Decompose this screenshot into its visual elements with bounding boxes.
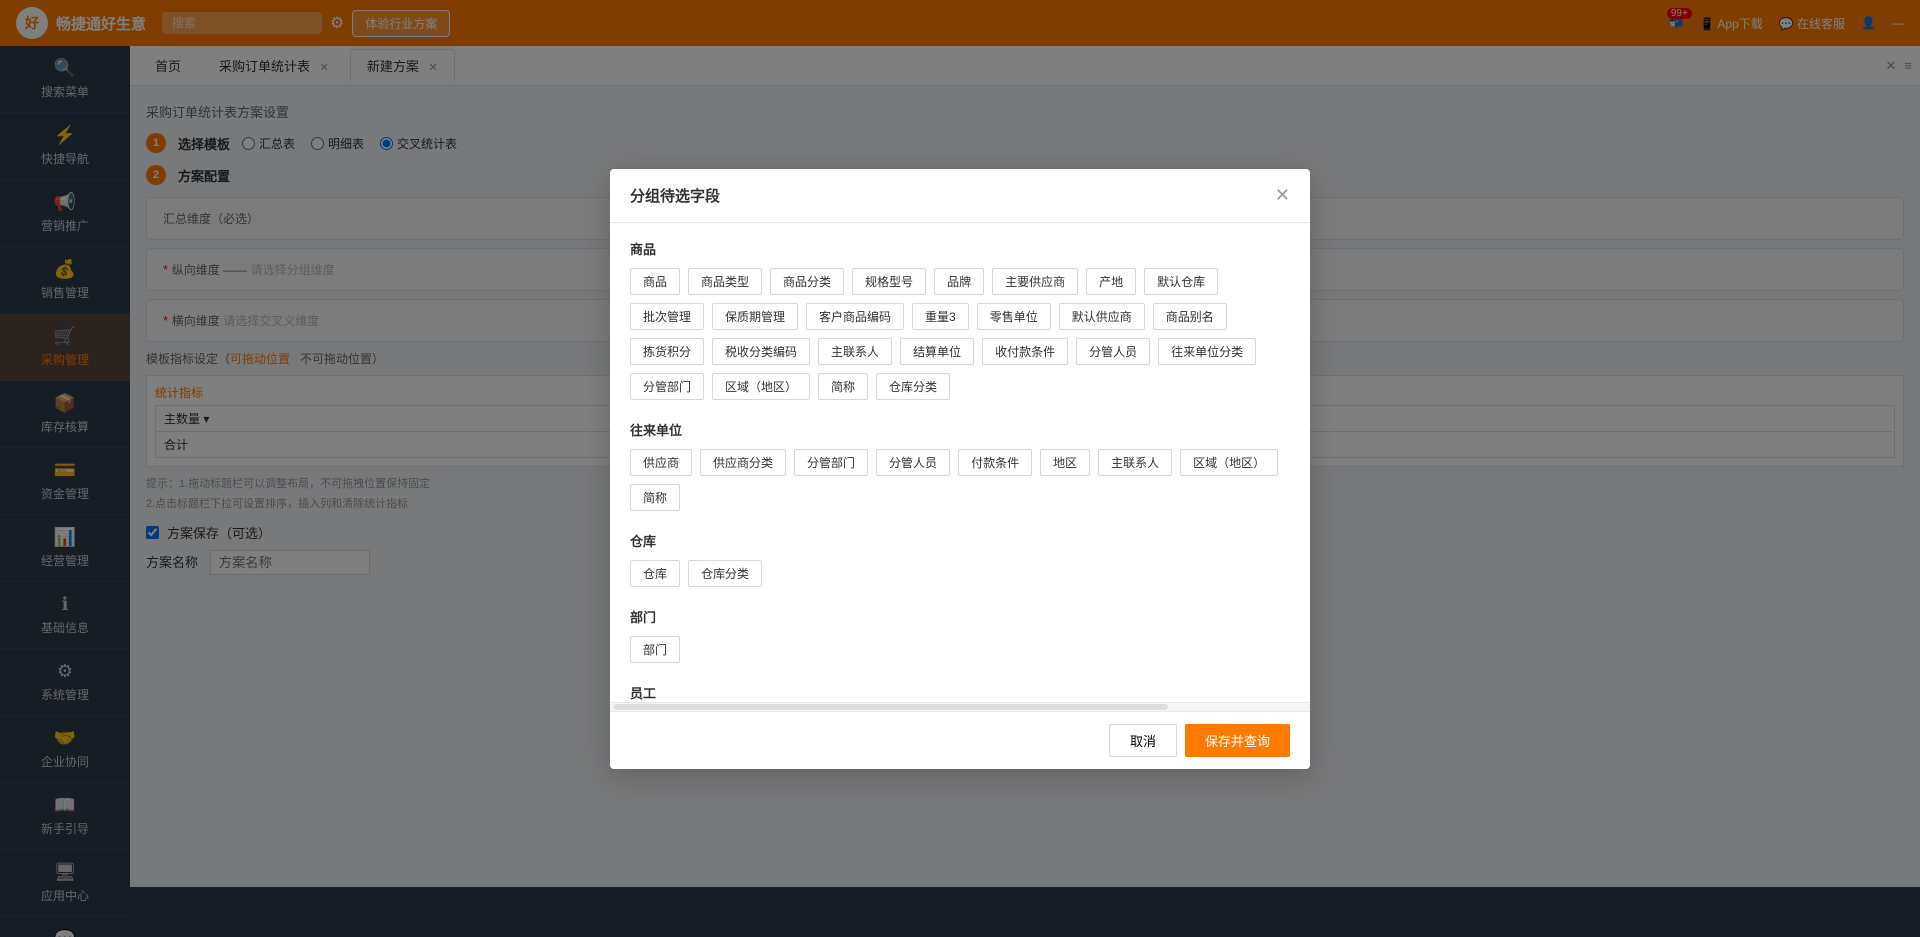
field-tags-partner: 供应商 供应商分类 分管部门 分管人员 付款条件 地区 主联系人 区域（地区） … (630, 449, 1290, 511)
tag-partner-6[interactable]: 主联系人 (1098, 449, 1172, 476)
tag-goods-17[interactable]: 主联系人 (818, 338, 892, 365)
tag-goods-25[interactable]: 仓库分类 (876, 373, 950, 400)
tag-goods-2[interactable]: 商品分类 (770, 268, 844, 295)
tag-warehouse-1[interactable]: 仓库分类 (688, 560, 762, 587)
tag-goods-23[interactable]: 区域（地区） (712, 373, 810, 400)
horizontal-scroll-thumb[interactable] (614, 704, 1168, 710)
modal-dialog: 分组待选字段 ✕ 商品 商品 商品类型 商品分类 规格型号 品牌 主要供应商 产… (610, 169, 1310, 769)
tag-goods-22[interactable]: 分管部门 (630, 373, 704, 400)
tag-goods-15[interactable]: 拣货积分 (630, 338, 704, 365)
modal-header: 分组待选字段 ✕ (610, 169, 1310, 223)
tag-goods-20[interactable]: 分管人员 (1076, 338, 1150, 365)
tag-goods-7[interactable]: 默认仓库 (1144, 268, 1218, 295)
modal-close-button[interactable]: ✕ (1275, 185, 1290, 206)
tag-goods-12[interactable]: 零售单位 (977, 303, 1051, 330)
modal-cancel-button[interactable]: 取消 (1109, 724, 1177, 757)
tag-partner-3[interactable]: 分管人员 (876, 449, 950, 476)
tag-partner-1[interactable]: 供应商分类 (700, 449, 786, 476)
tag-goods-4[interactable]: 品牌 (934, 268, 984, 295)
field-tags-warehouse: 仓库 仓库分类 (630, 560, 1290, 587)
tag-goods-5[interactable]: 主要供应商 (992, 268, 1078, 295)
field-tags-goods: 商品 商品类型 商品分类 规格型号 品牌 主要供应商 产地 默认仓库 批次管理 … (630, 268, 1290, 400)
field-section-employee: 员工 业务员 (630, 683, 1290, 702)
tag-goods-9[interactable]: 保质期管理 (712, 303, 798, 330)
tag-goods-14[interactable]: 商品别名 (1153, 303, 1227, 330)
section-title-warehouse: 仓库 (630, 531, 1290, 550)
section-title-partner: 往来单位 (630, 420, 1290, 439)
tag-goods-10[interactable]: 客户商品编码 (806, 303, 904, 330)
section-title-dept: 部门 (630, 607, 1290, 626)
modal-body[interactable]: 商品 商品 商品类型 商品分类 规格型号 品牌 主要供应商 产地 默认仓库 批次… (610, 223, 1310, 702)
section-title-employee: 员工 (630, 683, 1290, 702)
tag-goods-18[interactable]: 结算单位 (900, 338, 974, 365)
tag-partner-5[interactable]: 地区 (1040, 449, 1090, 476)
modal-title: 分组待选字段 (630, 185, 720, 206)
tag-goods-1[interactable]: 商品类型 (688, 268, 762, 295)
tag-goods-13[interactable]: 默认供应商 (1059, 303, 1145, 330)
tag-goods-11[interactable]: 重量3 (912, 303, 969, 330)
tag-goods-21[interactable]: 往来单位分类 (1158, 338, 1256, 365)
modal-horizontal-scrollbar[interactable] (610, 702, 1310, 711)
tag-goods-19[interactable]: 收付款条件 (982, 338, 1068, 365)
tag-goods-16[interactable]: 税收分类编码 (712, 338, 810, 365)
modal-footer: 取消 保存并查询 (610, 711, 1310, 769)
field-section-partner: 往来单位 供应商 供应商分类 分管部门 分管人员 付款条件 地区 主联系人 区域… (630, 420, 1290, 511)
tag-goods-0[interactable]: 商品 (630, 268, 680, 295)
modal-confirm-button[interactable]: 保存并查询 (1185, 724, 1290, 757)
field-tags-dept: 部门 (630, 636, 1290, 663)
field-section-dept: 部门 部门 (630, 607, 1290, 663)
tag-partner-7[interactable]: 区域（地区） (1180, 449, 1278, 476)
tag-partner-2[interactable]: 分管部门 (794, 449, 868, 476)
field-section-goods: 商品 商品 商品类型 商品分类 规格型号 品牌 主要供应商 产地 默认仓库 批次… (630, 239, 1290, 400)
section-title-goods: 商品 (630, 239, 1290, 258)
tag-partner-4[interactable]: 付款条件 (958, 449, 1032, 476)
tag-partner-0[interactable]: 供应商 (630, 449, 692, 476)
modal-overlay: 分组待选字段 ✕ 商品 商品 商品类型 商品分类 规格型号 品牌 主要供应商 产… (0, 0, 1920, 937)
tag-warehouse-0[interactable]: 仓库 (630, 560, 680, 587)
field-section-warehouse: 仓库 仓库 仓库分类 (630, 531, 1290, 587)
tag-goods-6[interactable]: 产地 (1086, 268, 1136, 295)
tag-dept-0[interactable]: 部门 (630, 636, 680, 663)
tag-goods-8[interactable]: 批次管理 (630, 303, 704, 330)
tag-goods-24[interactable]: 简称 (818, 373, 868, 400)
tag-goods-3[interactable]: 规格型号 (852, 268, 926, 295)
tag-partner-8[interactable]: 简称 (630, 484, 680, 511)
